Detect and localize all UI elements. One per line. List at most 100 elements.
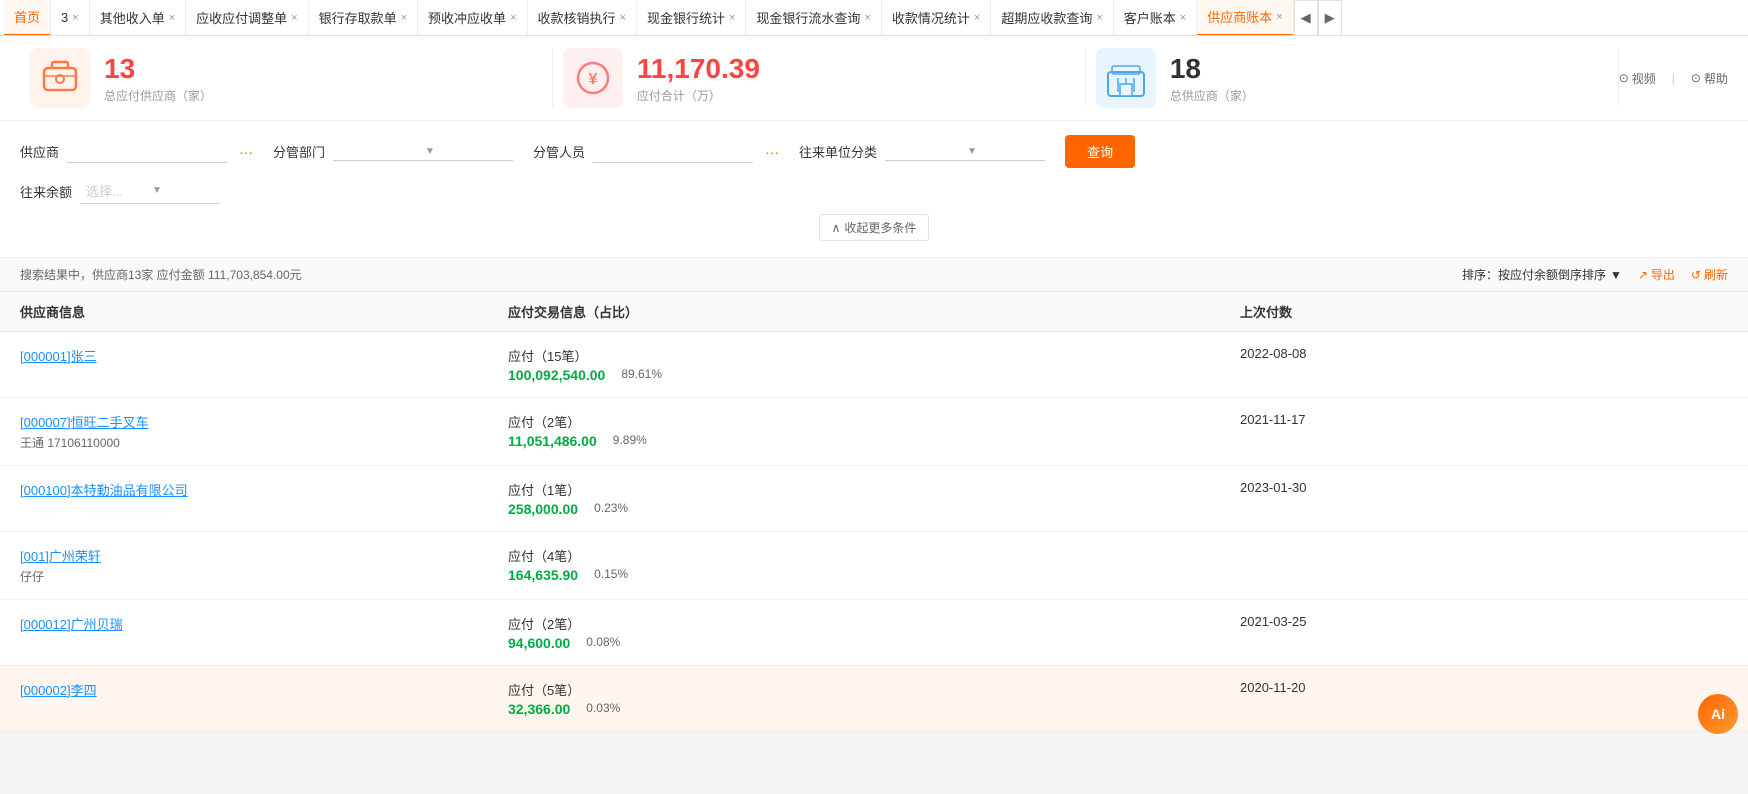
- payable-label: 应付（4笔）: [508, 546, 1240, 565]
- nav-arrow-left[interactable]: ◀: [1294, 0, 1318, 36]
- person-field: 分管人员 ···: [533, 141, 779, 163]
- summary-total-suppliers-text: 18 总供应商（家）: [1170, 52, 1254, 105]
- close-icon[interactable]: ×: [1276, 11, 1282, 23]
- person-dots-button[interactable]: ···: [765, 144, 779, 160]
- nav-tab-cash-bank-stat[interactable]: 现金银行统计 ×: [637, 0, 746, 36]
- nav-tab-customer-account[interactable]: 客户账本 ×: [1114, 0, 1197, 36]
- summary-icon-total-suppliers: [1096, 48, 1156, 108]
- payable-label: 应付（1笔）: [508, 480, 1240, 499]
- summary-icon-suppliers: [30, 48, 90, 108]
- nav-tab-prepay-collect[interactable]: 预收冲应收单 ×: [418, 0, 527, 36]
- help-circle-icon: ⊙: [1691, 71, 1701, 85]
- supplier-label: 供应商: [20, 142, 59, 161]
- sort-icon: ▼: [1610, 268, 1622, 282]
- supplier-input[interactable]: [67, 141, 227, 163]
- nav-tab-collect-stat-label: 收款情况统计: [892, 8, 970, 27]
- supplier-link[interactable]: [001]广州荣轩: [20, 546, 508, 565]
- nav-tab-supplier-account[interactable]: 供应商账本 ×: [1197, 0, 1293, 36]
- sort-select[interactable]: 排序：按应付余额倒序排序 ▼: [1462, 266, 1622, 283]
- result-summary: 搜索结果中，供应商13家 应付金额 111,703,854.00元: [20, 266, 302, 283]
- nav-tab-collect-stat[interactable]: 收款情况统计 ×: [882, 0, 991, 36]
- help-link[interactable]: ⊙ 帮助: [1691, 70, 1728, 87]
- balance-field: 往来余额 选择... ▼: [20, 178, 220, 204]
- chevron-down-icon-2: ▼: [967, 146, 1039, 157]
- video-link[interactable]: ⊙ 视频: [1619, 70, 1656, 87]
- nav-tab-payable-adjust[interactable]: 应收应付调整单 ×: [186, 0, 308, 36]
- close-icon[interactable]: ×: [620, 12, 626, 24]
- header-supplier-info: 供应商信息: [20, 302, 508, 321]
- payable-amount: 32,366.00: [508, 701, 570, 717]
- collapse-area: ∧ 收起更多条件: [20, 214, 1728, 241]
- payable-row: 32,366.00 0.03%: [508, 699, 1240, 717]
- payable-info-cell: 应付（4笔） 164,635.90 0.15%: [508, 546, 1240, 583]
- supplier-link[interactable]: [000012]广州贝瑞: [20, 614, 508, 633]
- summary-icon-payable: ¥: [563, 48, 623, 108]
- divider: |: [1672, 71, 1675, 85]
- close-icon[interactable]: ×: [510, 12, 516, 24]
- refresh-button[interactable]: ↺ 刷新: [1691, 266, 1728, 283]
- balance-select[interactable]: 选择... ▼: [80, 178, 220, 204]
- department-select[interactable]: ▼: [333, 143, 513, 161]
- payable-info-cell: 应付（15笔） 100,092,540.00 89.61%: [508, 346, 1240, 383]
- supplier-info-cell: [000001]张三: [20, 346, 508, 365]
- payable-amount: 164,635.90: [508, 567, 578, 583]
- last-pay-cell: 2022-08-08: [1240, 346, 1728, 361]
- export-button[interactable]: ↗ 导出: [1638, 266, 1675, 283]
- close-icon[interactable]: ×: [729, 12, 735, 24]
- last-pay-date: 2020-11-20: [1240, 680, 1306, 695]
- table-row: [000007]恒旺二手叉车 王通 17106110000 应付（2笔） 11,…: [0, 398, 1748, 466]
- payable-percent: 9.89%: [613, 433, 647, 447]
- unit-category-select[interactable]: ▼: [885, 143, 1045, 161]
- svg-text:¥: ¥: [588, 71, 597, 88]
- close-icon[interactable]: ×: [1180, 12, 1186, 24]
- nav-arrow-right[interactable]: ▶: [1318, 0, 1342, 36]
- person-input[interactable]: [593, 141, 753, 163]
- payable-label: 应付（15笔）: [508, 346, 1240, 365]
- summary-payable-total-text: 11,170.39 应付合计（万）: [637, 52, 760, 105]
- nav-tab-cash-bank-flow[interactable]: 现金银行流水查询 ×: [746, 0, 881, 36]
- last-pay-date: 2022-08-08: [1240, 346, 1307, 361]
- supplier-link[interactable]: [000100]本特勤油品有限公司: [20, 480, 508, 499]
- payable-row: 100,092,540.00 89.61%: [508, 365, 1240, 383]
- nav-tab-overdue-collect-label: 超期应收款查询: [1001, 8, 1092, 27]
- supplier-sub: 仔仔: [20, 568, 508, 585]
- nav-tab-payable-adjust-label: 应收应付调整单: [196, 8, 287, 27]
- table-row: [000100]本特勤油品有限公司 应付（1笔） 258,000.00 0.23…: [0, 466, 1748, 532]
- sort-label: 排序：按应付余额倒序排序: [1462, 266, 1606, 283]
- supplier-link[interactable]: [000001]张三: [20, 346, 508, 365]
- collapse-icon: ∧: [832, 221, 841, 235]
- close-icon[interactable]: ×: [864, 12, 870, 24]
- summary-payable-suppliers-text: 13 总应付供应商（家）: [104, 52, 212, 105]
- last-pay-date: 2023-01-30: [1240, 480, 1307, 495]
- nav-tab-other-income[interactable]: 其他收入单 ×: [90, 0, 186, 36]
- nav-tab-3[interactable]: 3 ×: [51, 0, 90, 36]
- nav-tab-payment-verify[interactable]: 收款核销执行 ×: [528, 0, 637, 36]
- supplier-link[interactable]: [000007]恒旺二手叉车: [20, 412, 508, 431]
- query-button[interactable]: 查询: [1065, 135, 1135, 168]
- unit-category-label: 往来单位分类: [799, 142, 877, 161]
- supplier-sub: 王通 17106110000: [20, 434, 508, 451]
- close-icon[interactable]: ×: [72, 12, 78, 24]
- refresh-icon: ↺: [1691, 268, 1701, 282]
- nav-tab-other-income-label: 其他收入单: [100, 8, 165, 27]
- close-icon[interactable]: ×: [291, 12, 297, 24]
- nav-tab-payment-verify-label: 收款核销执行: [538, 8, 616, 27]
- close-icon[interactable]: ×: [169, 12, 175, 24]
- nav-tab-overdue-collect[interactable]: 超期应收款查询 ×: [991, 0, 1113, 36]
- supplier-link[interactable]: [000002]李四: [20, 680, 508, 699]
- close-icon[interactable]: ×: [1096, 12, 1102, 24]
- summary-links: ⊙ 视频 | ⊙ 帮助: [1619, 70, 1728, 87]
- export-label: 导出: [1651, 266, 1675, 283]
- payable-amount: 94,600.00: [508, 635, 570, 651]
- close-icon[interactable]: ×: [401, 12, 407, 24]
- nav-tab-home[interactable]: 首页: [4, 0, 51, 36]
- nav-tab-bank-deposit[interactable]: 银行存取款单 ×: [309, 0, 418, 36]
- payable-info-cell: 应付（2笔） 94,600.00 0.08%: [508, 614, 1240, 651]
- table-row: [000012]广州贝瑞 应付（2笔） 94,600.00 0.08% 2021…: [0, 600, 1748, 666]
- collapse-button[interactable]: ∧ 收起更多条件: [819, 214, 930, 241]
- close-icon[interactable]: ×: [974, 12, 980, 24]
- ai-button[interactable]: Ai: [1698, 694, 1738, 734]
- collapse-label: 收起更多条件: [844, 219, 916, 236]
- supplier-dots-button[interactable]: ···: [239, 144, 253, 160]
- department-label: 分管部门: [273, 142, 325, 161]
